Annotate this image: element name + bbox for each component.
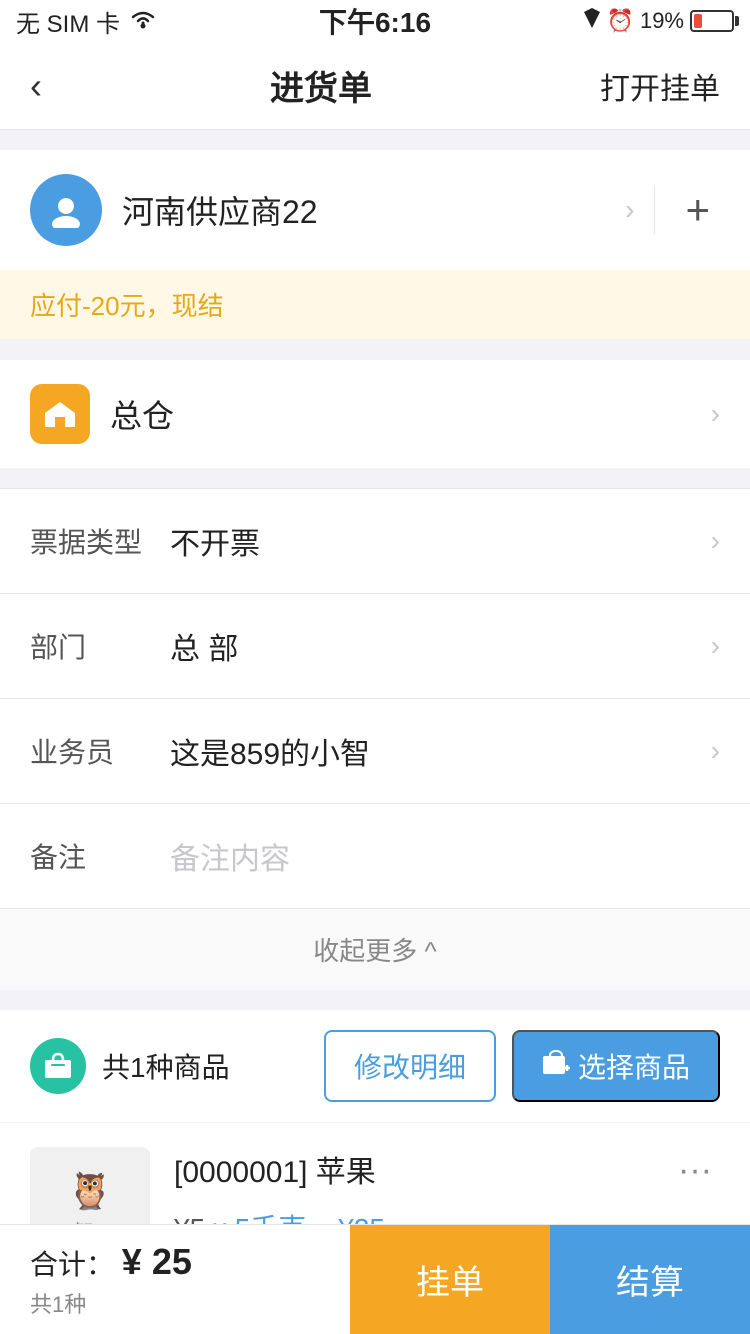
hang-order-button[interactable]: 挂单 — [350, 1225, 550, 1334]
open-hang-button[interactable]: 打开挂单 — [600, 64, 720, 108]
salesperson-value: 这是859的小智 — [150, 729, 711, 773]
ticket-type-label: 票据类型 — [30, 521, 150, 561]
remark-input[interactable]: 备注内容 — [150, 834, 720, 878]
notice-text: 应付-20元，现结 — [30, 291, 224, 321]
add-supplier-button[interactable]: + — [675, 186, 720, 234]
wifi-icon — [128, 7, 158, 36]
product-count-label: 共1种商品 — [102, 1046, 324, 1086]
divider-2 — [0, 339, 750, 359]
remark-row[interactable]: 备注 备注内容 — [0, 803, 750, 908]
department-label: 部门 — [30, 626, 150, 666]
battery-percent: 19% — [640, 8, 684, 34]
warehouse-section: 总仓 › — [0, 359, 750, 468]
warehouse-icon — [30, 384, 90, 444]
salesperson-label: 业务员 — [30, 731, 150, 771]
supplier-avatar — [30, 174, 102, 246]
select-product-icon — [542, 1050, 570, 1083]
remark-label: 备注 — [30, 836, 150, 876]
notice-bar: 应付-20元，现结 — [0, 270, 750, 339]
location-icon — [583, 7, 601, 35]
time-label: 下午6:16 — [319, 1, 431, 41]
product-name: [0000001] 苹果 — [174, 1147, 670, 1191]
total-amount: ¥ 25 — [122, 1241, 192, 1282]
ticket-type-value: 不开票 — [150, 519, 711, 563]
divider-3 — [0, 468, 750, 488]
department-value: 总 部 — [150, 624, 711, 668]
warehouse-chevron-icon: › — [711, 398, 720, 430]
total-count: 共1种 — [30, 1287, 320, 1319]
select-product-label: 选择商品 — [578, 1046, 690, 1086]
ticket-type-row[interactable]: 票据类型 不开票 › — [0, 488, 750, 593]
battery-icon — [690, 10, 734, 32]
edit-detail-button[interactable]: 修改明细 — [324, 1030, 496, 1102]
page-title: 进货单 — [270, 61, 372, 110]
supplier-row[interactable]: 河南供应商22 › + — [0, 150, 750, 270]
salesperson-row[interactable]: 业务员 这是859的小智 › — [0, 698, 750, 803]
status-bar: 无 SIM 卡 下午6:16 ⏰ 19% — [0, 0, 750, 42]
department-row[interactable]: 部门 总 部 › — [0, 593, 750, 698]
divider-1 — [0, 130, 750, 150]
hang-order-label: 挂单 — [416, 1255, 484, 1304]
total-area: 合计： ¥ 25 共1种 — [0, 1225, 350, 1334]
salesperson-chevron: › — [711, 735, 720, 767]
supplier-section: 河南供应商22 › + 应付-20元，现结 — [0, 150, 750, 339]
more-button[interactable]: ··· — [670, 1147, 720, 1194]
department-chevron: › — [711, 630, 720, 662]
form-section: 票据类型 不开票 › 部门 总 部 › 业务员 这是859的小智 › 备注 备注… — [0, 488, 750, 990]
total-label: 合计： — [30, 1249, 114, 1280]
supplier-divider — [654, 186, 655, 234]
supplier-name: 河南供应商22 — [122, 187, 625, 233]
divider-4 — [0, 990, 750, 1010]
checkout-label: 结算 — [616, 1255, 684, 1304]
select-product-button[interactable]: 选择商品 — [512, 1030, 720, 1102]
bottom-bar: 合计： ¥ 25 共1种 挂单 结算 — [0, 1224, 750, 1334]
collapse-bar[interactable]: 收起更多 ^ — [0, 908, 750, 990]
supplier-chevron-icon: › — [625, 194, 634, 226]
alarm-icon: ⏰ — [607, 8, 634, 34]
checkout-button[interactable]: 结算 — [550, 1225, 750, 1334]
ticket-type-chevron: › — [711, 525, 720, 557]
back-button[interactable]: ‹ — [30, 65, 42, 107]
collapse-text: 收起更多 ^ — [313, 936, 436, 966]
product-section-icon — [30, 1038, 86, 1094]
nav-bar: ‹ 进货单 打开挂单 — [0, 42, 750, 130]
warehouse-row[interactable]: 总仓 › — [0, 359, 750, 468]
product-header: 共1种商品 修改明细 选择商品 — [0, 1010, 750, 1122]
warehouse-name: 总仓 — [110, 391, 711, 437]
carrier-label: 无 SIM 卡 — [16, 4, 120, 39]
